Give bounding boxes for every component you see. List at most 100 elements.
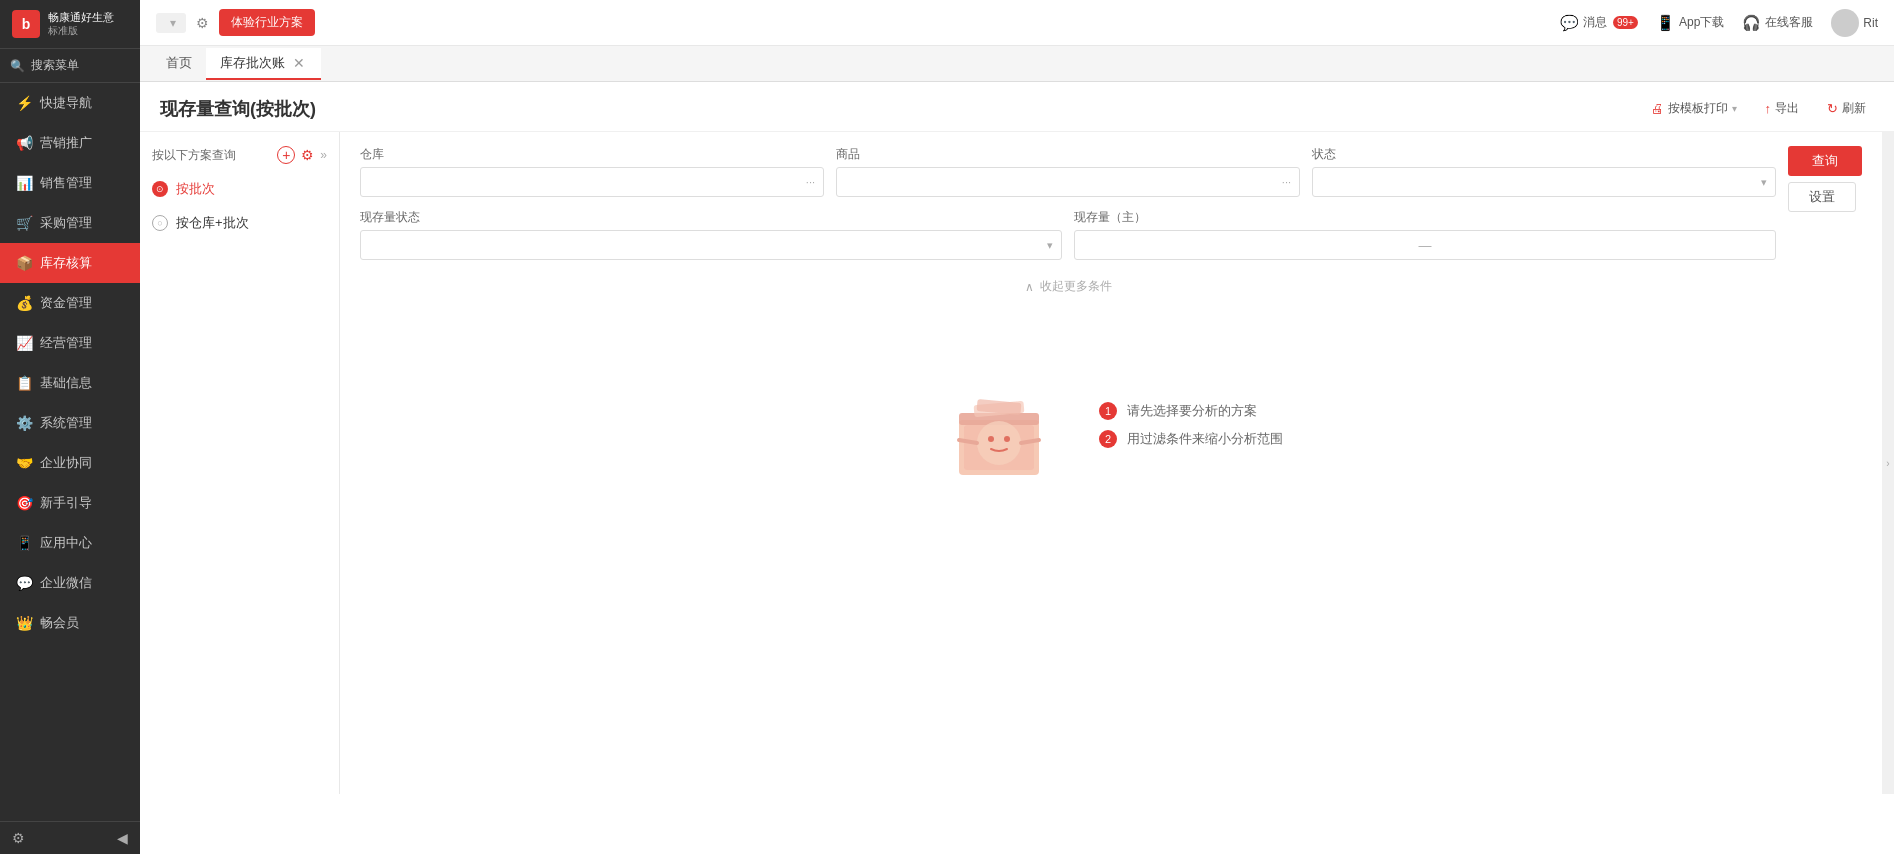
sidebar-item-app-center[interactable]: 📱 应用中心	[0, 523, 140, 563]
sidebar-item-enterprise-wechat[interactable]: 💬 企业微信	[0, 563, 140, 603]
main-area: ▾ ⚙ 体验行业方案 💬 消息 99+ 📱 App下载 🎧 在线客服 Rit	[140, 0, 1894, 854]
main-content: 按以下方案查询 + ⚙ » ⊙ 按批次 ○ 按仓库+批次	[140, 132, 1894, 794]
refresh-button[interactable]: ↻ 刷新	[1819, 96, 1874, 121]
query-button[interactable]: 查询	[1788, 146, 1862, 176]
headset-icon: 🎧	[1742, 14, 1761, 32]
sidebar-item-label: 系统管理	[40, 414, 92, 432]
collapse-row[interactable]: ∧ 收起更多条件	[360, 272, 1776, 305]
footer-collapse-icon[interactable]: ◀	[117, 830, 128, 846]
svg-point-4	[988, 436, 994, 442]
topbar-right: 💬 消息 99+ 📱 App下载 🎧 在线客服 Rit	[1560, 9, 1878, 37]
export-button[interactable]: ↑ 导出	[1757, 96, 1808, 121]
message-badge: 99+	[1613, 16, 1638, 29]
sidebar-item-system[interactable]: ⚙️ 系统管理	[0, 403, 140, 443]
empty-step-1: 1 请先选择要分析的方案	[1099, 402, 1283, 420]
trial-button[interactable]: 体验行业方案	[219, 9, 315, 36]
sidebar-item-label: 库存核算	[40, 254, 92, 272]
sidebar-item-label: 销售管理	[40, 174, 92, 192]
filter-status: 状态 ▾	[1312, 146, 1776, 197]
filter-row-1: 仓库 ··· 商品 ···	[360, 146, 1776, 197]
app-logo: b	[12, 10, 40, 38]
message-action[interactable]: 💬 消息 99+	[1560, 14, 1638, 32]
settings-button[interactable]: 设置	[1788, 182, 1856, 212]
print-template-button[interactable]: 🖨 按模板打印 ▾	[1643, 96, 1745, 121]
footer-settings-icon[interactable]: ⚙	[12, 830, 25, 846]
status-select[interactable]: ▾	[1312, 167, 1776, 197]
operations-icon: 📈	[16, 335, 32, 351]
collapse-text: 收起更多条件	[1040, 278, 1112, 295]
sidebar-item-basic-info[interactable]: 📋 基础信息	[0, 363, 140, 403]
content-header-actions: 🖨 按模板打印 ▾ ↑ 导出 ↻ 刷新	[1643, 96, 1875, 121]
sidebar-item-marketing[interactable]: 📢 营销推广	[0, 123, 140, 163]
search-icon: 🔍	[10, 59, 25, 73]
empty-svg	[939, 365, 1059, 485]
stock-status-select[interactable]: ▾	[360, 230, 1062, 260]
online-service-label: 在线客服	[1765, 14, 1813, 31]
tabbar: 首页 库存批次账 ✕	[140, 46, 1894, 82]
sidebar-item-vip[interactable]: 👑 畅会员	[0, 603, 140, 643]
panel-header: 按以下方案查询 + ⚙ »	[140, 142, 339, 172]
current-stock-max[interactable]	[1440, 238, 1768, 252]
svg-point-5	[1004, 436, 1010, 442]
warehouse-label: 仓库	[360, 146, 824, 163]
filter-and-actions: 仓库 ··· 商品 ···	[360, 146, 1862, 305]
marketing-icon: 📢	[16, 135, 32, 151]
status-label: 状态	[1312, 146, 1776, 163]
tab-close-button[interactable]: ✕	[291, 55, 307, 71]
content-area: 现存量查询(按批次) 🖨 按模板打印 ▾ ↑ 导出 ↻ 刷新	[140, 82, 1894, 854]
empty-state: 1 请先选择要分析的方案 2 用过滤条件来缩小分析范围	[360, 305, 1862, 545]
print-dropdown-icon: ▾	[1732, 103, 1737, 114]
plan-item-batch[interactable]: ⊙ 按批次	[140, 172, 339, 206]
sidebar-item-inventory[interactable]: 📦 库存核算	[0, 243, 140, 283]
vip-icon: 👑	[16, 615, 32, 631]
plan-active-dot: ⊙	[152, 181, 168, 197]
user-name: Rit	[1863, 16, 1878, 30]
step-num-1: 1	[1099, 402, 1117, 420]
online-service-action[interactable]: 🎧 在线客服	[1742, 14, 1813, 32]
current-stock-min[interactable]	[1083, 238, 1411, 252]
export-label: 导出	[1775, 100, 1799, 117]
sidebar: b 畅康通好生意 标准版 🔍 搜索菜单 ⚡ 快捷导航 📢 营销推广 📊 销售管理…	[0, 0, 140, 854]
sidebar-item-label: 企业微信	[40, 574, 92, 592]
step-2-text: 用过滤条件来缩小分析范围	[1127, 430, 1283, 448]
product-more-icon[interactable]: ···	[1282, 176, 1291, 188]
stock-status-label: 现存量状态	[360, 209, 1062, 226]
filter-row-2: 现存量状态 ▾ 现存量（主） —	[360, 209, 1776, 260]
plan-settings-icon[interactable]: ⚙	[301, 147, 314, 163]
sidebar-item-finance[interactable]: 💰 资金管理	[0, 283, 140, 323]
purchase-icon: 🛒	[16, 215, 32, 231]
topbar: ▾ ⚙ 体验行业方案 💬 消息 99+ 📱 App下载 🎧 在线客服 Rit	[140, 0, 1894, 46]
filter-stock-status: 现存量状态 ▾	[360, 209, 1062, 260]
add-plan-button[interactable]: +	[277, 146, 295, 164]
right-edge-collapse[interactable]: ›	[1882, 132, 1894, 794]
app-download-action[interactable]: 📱 App下载	[1656, 14, 1724, 32]
sidebar-item-purchase[interactable]: 🛒 采购管理	[0, 203, 140, 243]
warehouse-more-icon[interactable]: ···	[806, 176, 815, 188]
sidebar-item-sales[interactable]: 📊 销售管理	[0, 163, 140, 203]
step-num-2: 2	[1099, 430, 1117, 448]
sidebar-item-label: 新手引导	[40, 494, 92, 512]
sidebar-item-newbie[interactable]: 🎯 新手引导	[0, 483, 140, 523]
add-icon: +	[282, 147, 290, 163]
sidebar-item-enterprise[interactable]: 🤝 企业协同	[0, 443, 140, 483]
current-stock-label: 现存量（主）	[1074, 209, 1776, 226]
tab-inventory-batch[interactable]: 库存批次账 ✕	[206, 48, 321, 80]
panel-collapse-icon[interactable]: »	[320, 148, 327, 162]
sidebar-item-operations[interactable]: 📈 经营管理	[0, 323, 140, 363]
enterprise-icon: 🤝	[16, 455, 32, 471]
sidebar-header: b 畅康通好生意 标准版	[0, 0, 140, 49]
app-download-icon: 📱	[1656, 14, 1675, 32]
user-profile[interactable]: Rit	[1831, 9, 1878, 37]
sidebar-item-label: 资金管理	[40, 294, 92, 312]
filter-product: 商品 ···	[836, 146, 1300, 197]
tab-home-label: 首页	[166, 54, 192, 72]
plan-item-warehouse-batch[interactable]: ○ 按仓库+批次	[140, 206, 339, 240]
product-input[interactable]: ···	[836, 167, 1300, 197]
tab-home[interactable]: 首页	[152, 48, 206, 80]
sidebar-item-quick-nav[interactable]: ⚡ 快捷导航	[0, 83, 140, 123]
sidebar-item-label: 企业协同	[40, 454, 92, 472]
empty-steps: 1 请先选择要分析的方案 2 用过滤条件来缩小分析范围	[1099, 402, 1283, 448]
warehouse-input[interactable]: ···	[360, 167, 824, 197]
topbar-settings-icon[interactable]: ⚙	[196, 15, 209, 31]
sidebar-search[interactable]: 🔍 搜索菜单	[0, 49, 140, 83]
